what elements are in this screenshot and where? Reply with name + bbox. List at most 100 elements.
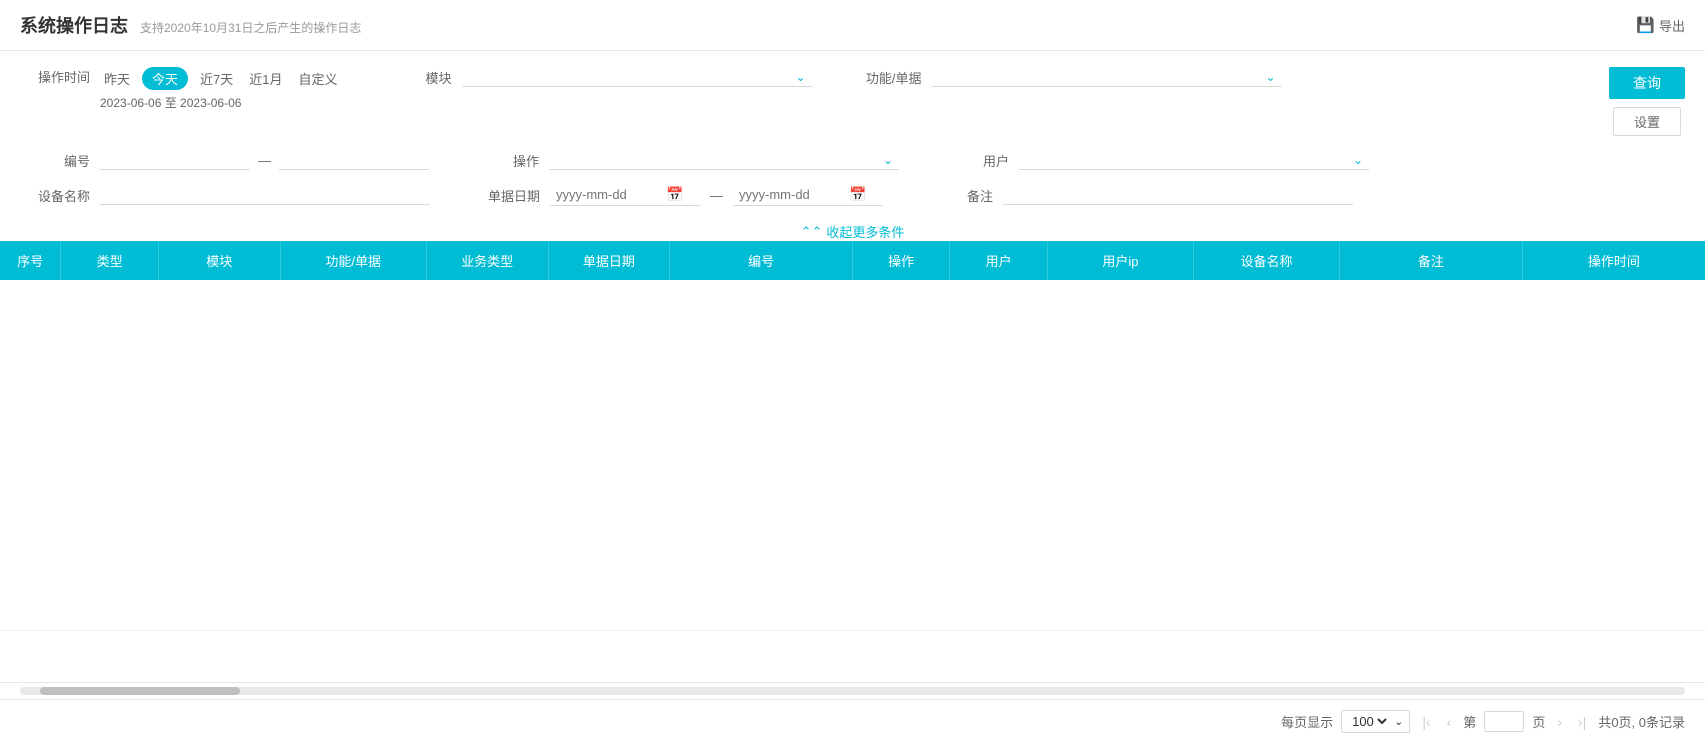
per-page-label: 每页显示	[1281, 712, 1333, 731]
page-number-input[interactable]: 1	[1484, 711, 1524, 732]
table-area: 序号 类型 模块 功能/单据 业务类型 单据日期 编号 操作 用户 用户ip 设…	[0, 241, 1705, 682]
number-dash: —	[258, 153, 271, 168]
number-range: —	[100, 150, 429, 170]
remark-filter: 备注	[923, 185, 1353, 205]
time-options: 昨天 今天 近7天 近1月 自定义	[100, 67, 342, 90]
operation-filter: 操作 ⌄	[469, 150, 899, 170]
pagination-bar: 每页显示 10 20 50 100 200 ⌄ |‹ ‹ 第 1 页 › ›| …	[0, 699, 1705, 743]
function-input[interactable]	[938, 69, 1266, 84]
remark-input-wrap	[1003, 185, 1353, 205]
voucher-date-filter: 单据日期 📅 — 📅	[470, 184, 883, 206]
calendar-start-icon[interactable]: 📅	[666, 186, 683, 203]
action-buttons: 查询 设置	[1609, 67, 1685, 136]
scrollbar-area	[0, 682, 1705, 699]
time-btn-custom[interactable]: 自定义	[295, 67, 342, 90]
time-btn-today[interactable]: 今天	[142, 67, 188, 90]
first-page-button[interactable]: |‹	[1418, 712, 1434, 732]
header-left: 系统操作日志 支持2020年10月31日之后产生的操作日志	[20, 12, 361, 38]
collapse-row: ⌃⌃ 收起更多条件	[20, 214, 1685, 241]
empty-cell	[0, 280, 1705, 630]
page-label: 第	[1463, 712, 1476, 731]
date-end-wrap: 📅	[733, 184, 883, 206]
settings-button[interactable]: 设置	[1613, 107, 1681, 136]
time-btn-1month[interactable]: 近1月	[245, 67, 286, 90]
per-page-select-wrap[interactable]: 10 20 50 100 200 ⌄	[1341, 710, 1410, 733]
per-page-chevron-icon: ⌄	[1394, 715, 1403, 728]
operation-input[interactable]	[555, 152, 883, 167]
page-subtitle: 支持2020年10月31日之后产生的操作日志	[140, 19, 361, 36]
col-function: 功能/单据	[280, 241, 426, 280]
col-index: 序号	[0, 241, 61, 280]
export-icon: 💾	[1636, 16, 1655, 34]
per-page-select[interactable]: 10 20 50 100 200	[1348, 713, 1390, 730]
number-end-input[interactable]	[279, 150, 429, 170]
user-select[interactable]: ⌄	[1019, 150, 1369, 170]
voucher-date-label: 单据日期	[470, 186, 550, 205]
scrollbar-track	[20, 687, 1685, 695]
col-operation: 操作	[852, 241, 949, 280]
query-button[interactable]: 查询	[1609, 67, 1685, 99]
user-label: 用户	[939, 151, 1019, 170]
number-filter: 编号 —	[20, 150, 429, 170]
user-chevron-icon: ⌄	[1353, 153, 1363, 167]
chevron-up-icon: ⌃⌃	[801, 224, 823, 240]
time-filter-group: 操作时间 昨天 今天 近7天 近1月 自定义 2023-06-06 至 2023…	[20, 67, 342, 111]
collapse-label: 收起更多条件	[826, 222, 904, 241]
function-label: 功能/单据	[852, 68, 932, 87]
prev-page-button[interactable]: ‹	[1443, 712, 1456, 732]
function-select[interactable]: ⌄	[932, 67, 1282, 87]
col-op-time: 操作时间	[1522, 241, 1705, 280]
col-type: 类型	[61, 241, 158, 280]
operation-chevron-icon: ⌄	[883, 153, 893, 167]
data-table: 序号 类型 模块 功能/单据 业务类型 单据日期 编号 操作 用户 用户ip 设…	[0, 241, 1705, 631]
empty-row	[0, 280, 1705, 630]
page-wrapper: 系统操作日志 支持2020年10月31日之后产生的操作日志 💾 导出 操作时间 …	[0, 0, 1705, 743]
remark-label: 备注	[923, 186, 1003, 205]
calendar-end-icon[interactable]: 📅	[849, 186, 866, 203]
col-biz-type: 业务类型	[426, 241, 548, 280]
time-btn-yesterday[interactable]: 昨天	[100, 67, 134, 90]
collapse-button[interactable]: ⌃⌃ 收起更多条件	[801, 222, 905, 241]
device-filter: 设备名称	[20, 185, 430, 205]
date-end-input[interactable]	[739, 187, 849, 202]
date-start-input[interactable]	[556, 187, 666, 202]
device-label: 设备名称	[20, 186, 100, 205]
export-label: 导出	[1659, 16, 1685, 35]
export-button[interactable]: 💾 导出	[1636, 16, 1685, 35]
date-start-wrap: 📅	[550, 184, 700, 206]
time-label: 操作时间	[20, 67, 100, 86]
date-dash: —	[710, 188, 723, 203]
device-input[interactable]	[106, 187, 424, 202]
user-input[interactable]	[1025, 152, 1353, 167]
page-unit: 页	[1532, 712, 1545, 731]
scrollbar-thumb[interactable]	[40, 687, 240, 695]
col-module: 模块	[158, 241, 280, 280]
module-filter: 模块 ⌄	[382, 67, 812, 87]
page-header: 系统操作日志 支持2020年10月31日之后产生的操作日志 💾 导出	[0, 0, 1705, 51]
time-btn-7days[interactable]: 近7天	[196, 67, 237, 90]
page-title: 系统操作日志	[20, 12, 128, 38]
date-range: 📅 — 📅	[550, 184, 883, 206]
function-chevron-icon: ⌄	[1265, 70, 1275, 84]
module-select[interactable]: ⌄	[462, 67, 812, 87]
last-page-button[interactable]: ›|	[1574, 712, 1590, 732]
module-chevron-icon: ⌄	[795, 70, 805, 84]
device-input-wrap	[100, 185, 430, 205]
operation-label: 操作	[469, 151, 549, 170]
number-label: 编号	[20, 151, 100, 170]
time-date-range: 2023-06-06 至 2023-06-06	[100, 94, 342, 111]
remark-input[interactable]	[1009, 187, 1347, 202]
user-filter: 用户 ⌄	[939, 150, 1369, 170]
col-remark: 备注	[1340, 241, 1523, 280]
module-input[interactable]	[468, 69, 796, 84]
filter-section: 操作时间 昨天 今天 近7天 近1月 自定义 2023-06-06 至 2023…	[0, 51, 1705, 241]
number-start-input[interactable]	[100, 150, 250, 170]
col-user-ip: 用户ip	[1047, 241, 1193, 280]
next-page-button[interactable]: ›	[1553, 712, 1566, 732]
col-number: 编号	[670, 241, 853, 280]
module-label: 模块	[382, 68, 462, 87]
pagination-total: 共0页, 0条记录	[1598, 712, 1685, 731]
col-user: 用户	[950, 241, 1047, 280]
table-header-row: 序号 类型 模块 功能/单据 业务类型 单据日期 编号 操作 用户 用户ip 设…	[0, 241, 1705, 280]
operation-select[interactable]: ⌄	[549, 150, 899, 170]
